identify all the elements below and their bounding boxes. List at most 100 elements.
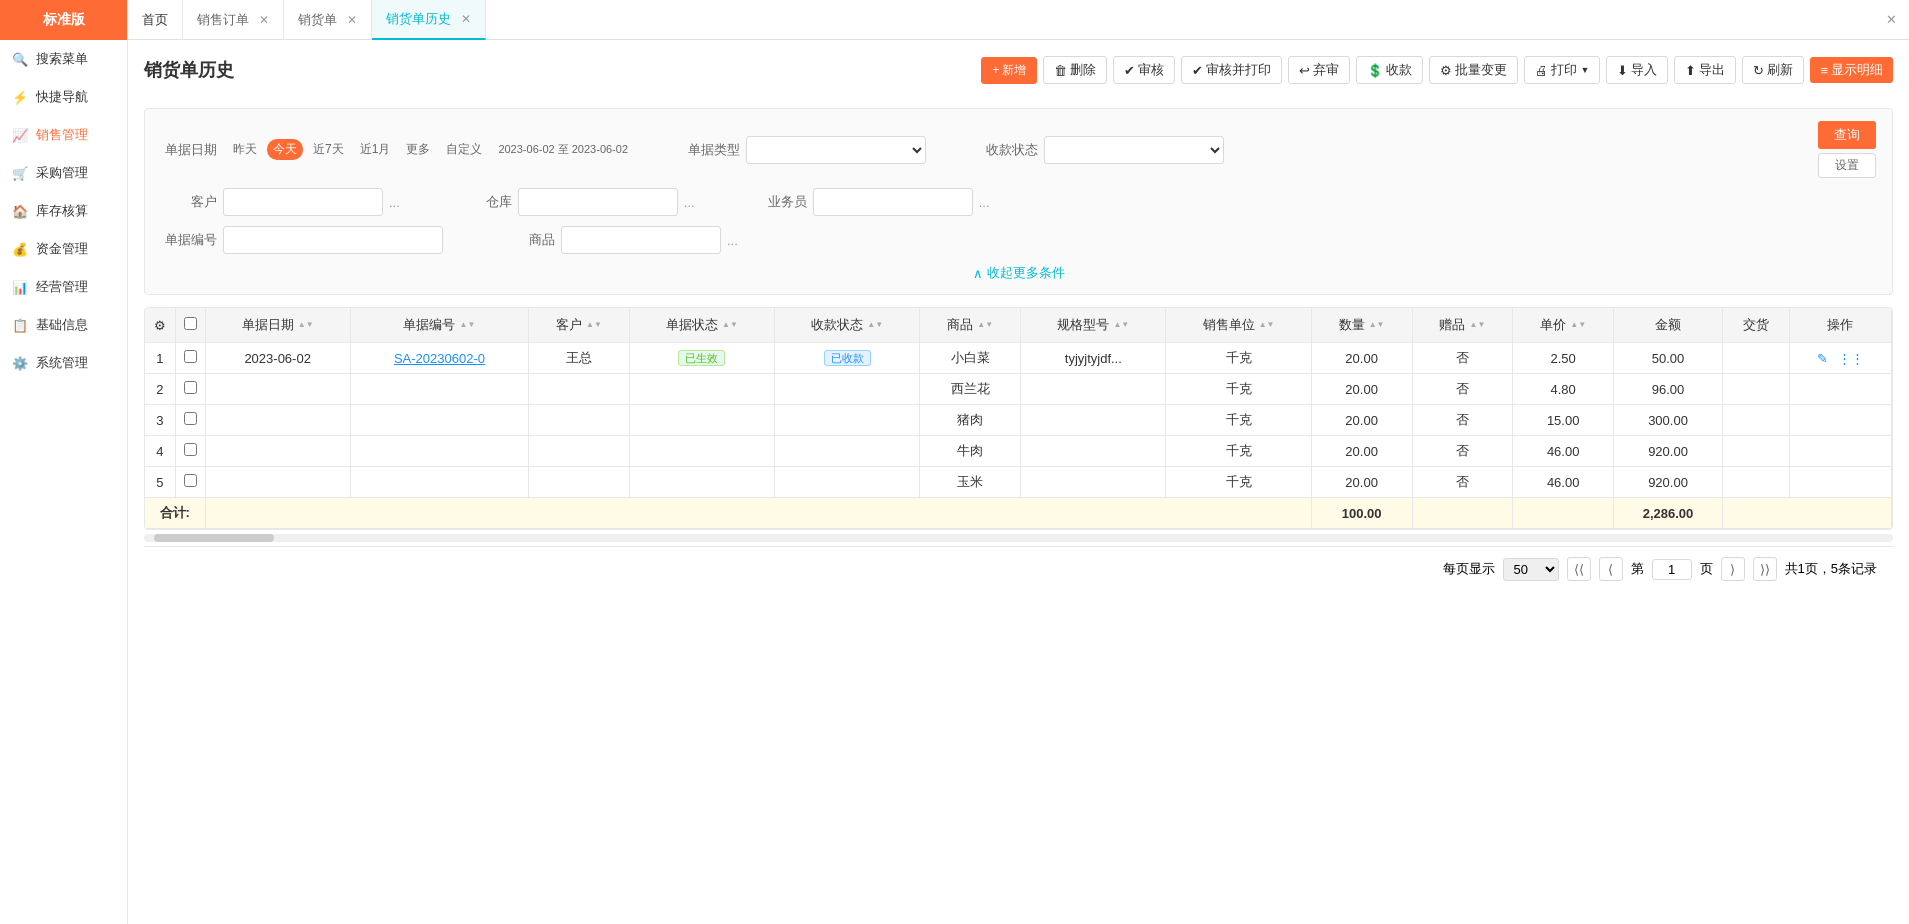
customer-input[interactable] xyxy=(223,188,383,216)
row-checkbox[interactable] xyxy=(184,412,197,425)
sort-spec[interactable]: 规格型号▲▼ xyxy=(1057,316,1129,334)
tab-sales-history[interactable]: 销货单历史 ✕ xyxy=(372,0,486,40)
sort-paystatus[interactable]: 收款状态▲▼ xyxy=(811,316,883,334)
abandon-button[interactable]: ↩ 弃审 xyxy=(1288,56,1350,84)
sidebar-item-inventory[interactable]: 🏠 库存核算 xyxy=(0,192,127,230)
prev-page-btn[interactable]: ⟨ xyxy=(1599,557,1623,581)
shortcut-yesterday[interactable]: 昨天 xyxy=(227,139,263,160)
salesperson-input[interactable] xyxy=(813,188,973,216)
sidebar-item-purchase[interactable]: 🛒 采购管理 xyxy=(0,154,127,192)
shortcut-custom[interactable]: 自定义 xyxy=(440,139,488,160)
shortcut-today[interactable]: 今天 xyxy=(267,139,303,160)
docno-input[interactable] xyxy=(223,226,443,254)
query-button[interactable]: 查询 xyxy=(1818,121,1876,149)
sidebar-item-quicknav[interactable]: ⚡ 快捷导航 xyxy=(0,78,127,116)
doc-type-select[interactable] xyxy=(746,136,926,164)
sidebar-item-finance[interactable]: 💰 资金管理 xyxy=(0,230,127,268)
audit-button[interactable]: ✔ 审核 xyxy=(1113,56,1175,84)
sort-qty[interactable]: 数量▲▼ xyxy=(1339,316,1385,334)
goods-input[interactable] xyxy=(561,226,721,254)
row-checkbox[interactable] xyxy=(184,474,197,487)
row-checkbox[interactable] xyxy=(184,381,197,394)
refresh-button[interactable]: ↻ 刷新 xyxy=(1742,56,1804,84)
page-number-input[interactable] xyxy=(1652,559,1692,580)
sidebar-item-operation[interactable]: 📊 经营管理 xyxy=(0,268,127,306)
warehouse-input[interactable] xyxy=(518,188,678,216)
sort-docstatus[interactable]: 单据状态▲▼ xyxy=(666,316,738,334)
docno-link[interactable]: SA-20230602-0 xyxy=(394,351,485,366)
shortcut-more[interactable]: 更多 xyxy=(400,139,436,160)
goods-dots[interactable]: ... xyxy=(727,233,738,248)
select-all-checkbox[interactable] xyxy=(184,317,197,330)
cell-checkbox[interactable] xyxy=(175,374,205,405)
tab-sales-goods-close[interactable]: ✕ xyxy=(347,13,357,27)
sort-gift[interactable]: 赠品▲▼ xyxy=(1439,316,1485,334)
sort-unit[interactable]: 销售单位▲▼ xyxy=(1203,316,1275,334)
sort-date[interactable]: 单据日期▲▼ xyxy=(242,316,314,334)
action-edit-icon[interactable]: ✎ xyxy=(1817,351,1828,366)
horizontal-scrollbar[interactable] xyxy=(144,534,1893,542)
import-button[interactable]: ⬇ 导入 xyxy=(1606,56,1668,84)
col-docstatus[interactable]: 单据状态▲▼ xyxy=(629,308,774,343)
cell-docno[interactable]: SA-20230602-0 xyxy=(350,343,528,374)
action-more-icon[interactable]: ⋮⋮ xyxy=(1838,351,1864,366)
col-qty[interactable]: 数量▲▼ xyxy=(1311,308,1412,343)
tab-sales-goods[interactable]: 销货单 ✕ xyxy=(284,0,372,40)
cell-checkbox[interactable] xyxy=(175,467,205,498)
first-page-btn[interactable]: ⟨⟨ xyxy=(1567,557,1591,581)
audit-print-button[interactable]: ✔ 审核并打印 xyxy=(1181,56,1282,84)
col-docno[interactable]: 单据编号▲▼ xyxy=(350,308,528,343)
col-settings[interactable]: ⚙ xyxy=(145,308,175,343)
payment-status-select[interactable] xyxy=(1044,136,1224,164)
export-button[interactable]: ⬆ 导出 xyxy=(1674,56,1736,84)
cell-checkbox[interactable] xyxy=(175,343,205,374)
tab-sales-order-close[interactable]: ✕ xyxy=(259,13,269,27)
row-checkbox[interactable] xyxy=(184,350,197,363)
scroll-thumb[interactable] xyxy=(154,534,274,542)
collect-button[interactable]: 💲 收款 xyxy=(1356,56,1423,84)
customer-dots[interactable]: ... xyxy=(389,195,400,210)
sort-customer[interactable]: 客户▲▼ xyxy=(556,316,602,334)
sidebar-item-sales[interactable]: 📈 销售管理 xyxy=(0,116,127,154)
warehouse-dots[interactable]: ... xyxy=(684,195,695,210)
next-page-btn[interactable]: ⟩ xyxy=(1721,557,1745,581)
shortcut-7days[interactable]: 近7天 xyxy=(307,139,350,160)
sort-unitprice[interactable]: 单价▲▼ xyxy=(1540,316,1586,334)
print-button[interactable]: 🖨 打印 ▼ xyxy=(1524,56,1600,84)
col-customer[interactable]: 客户▲▼ xyxy=(529,308,630,343)
new-button[interactable]: + 新增 xyxy=(981,57,1037,84)
settings-icon[interactable]: ⚙ xyxy=(154,318,166,333)
sidebar-item-search[interactable]: 🔍 搜索菜单 xyxy=(0,40,127,78)
sort-goods[interactable]: 商品▲▼ xyxy=(947,316,993,334)
sidebar-item-basic[interactable]: 📋 基础信息 xyxy=(0,306,127,344)
cell-delivery xyxy=(1722,436,1789,467)
cell-amount: 920.00 xyxy=(1614,467,1723,498)
col-paystatus[interactable]: 收款状态▲▼ xyxy=(775,308,920,343)
shortcut-1month[interactable]: 近1月 xyxy=(354,139,397,160)
delete-button[interactable]: 🗑 删除 xyxy=(1043,56,1107,84)
per-page-select[interactable]: 50 100 200 xyxy=(1503,558,1559,581)
setting-button[interactable]: 设置 xyxy=(1818,153,1876,178)
col-spec[interactable]: 规格型号▲▼ xyxy=(1021,308,1166,343)
col-unitprice[interactable]: 单价▲▼ xyxy=(1513,308,1614,343)
sidebar-item-system[interactable]: ⚙️ 系统管理 xyxy=(0,344,127,382)
sort-docno[interactable]: 单据编号▲▼ xyxy=(403,316,475,334)
col-unit[interactable]: 销售单位▲▼ xyxy=(1166,308,1311,343)
tab-sales-order[interactable]: 销售订单 ✕ xyxy=(183,0,284,40)
cell-checkbox[interactable] xyxy=(175,436,205,467)
cell-checkbox[interactable] xyxy=(175,405,205,436)
import-icon: ⬇ xyxy=(1617,63,1628,78)
cell-action xyxy=(1789,374,1891,405)
salesperson-dots[interactable]: ... xyxy=(979,195,990,210)
col-goods[interactable]: 商品▲▼ xyxy=(920,308,1021,343)
tabs-close-all[interactable]: ✕ xyxy=(1874,12,1909,27)
collapse-button[interactable]: ∧ 收起更多条件 xyxy=(161,264,1876,282)
col-date[interactable]: 单据日期▲▼ xyxy=(205,308,350,343)
batch-change-button[interactable]: ⚙ 批量变更 xyxy=(1429,56,1518,84)
display-button[interactable]: ≡ 显示明细 xyxy=(1810,57,1893,83)
tab-sales-history-close[interactable]: ✕ xyxy=(461,12,471,26)
row-checkbox[interactable] xyxy=(184,443,197,456)
col-gift[interactable]: 赠品▲▼ xyxy=(1412,308,1513,343)
last-page-btn[interactable]: ⟩⟩ xyxy=(1753,557,1777,581)
tab-home[interactable]: 首页 xyxy=(128,0,183,40)
